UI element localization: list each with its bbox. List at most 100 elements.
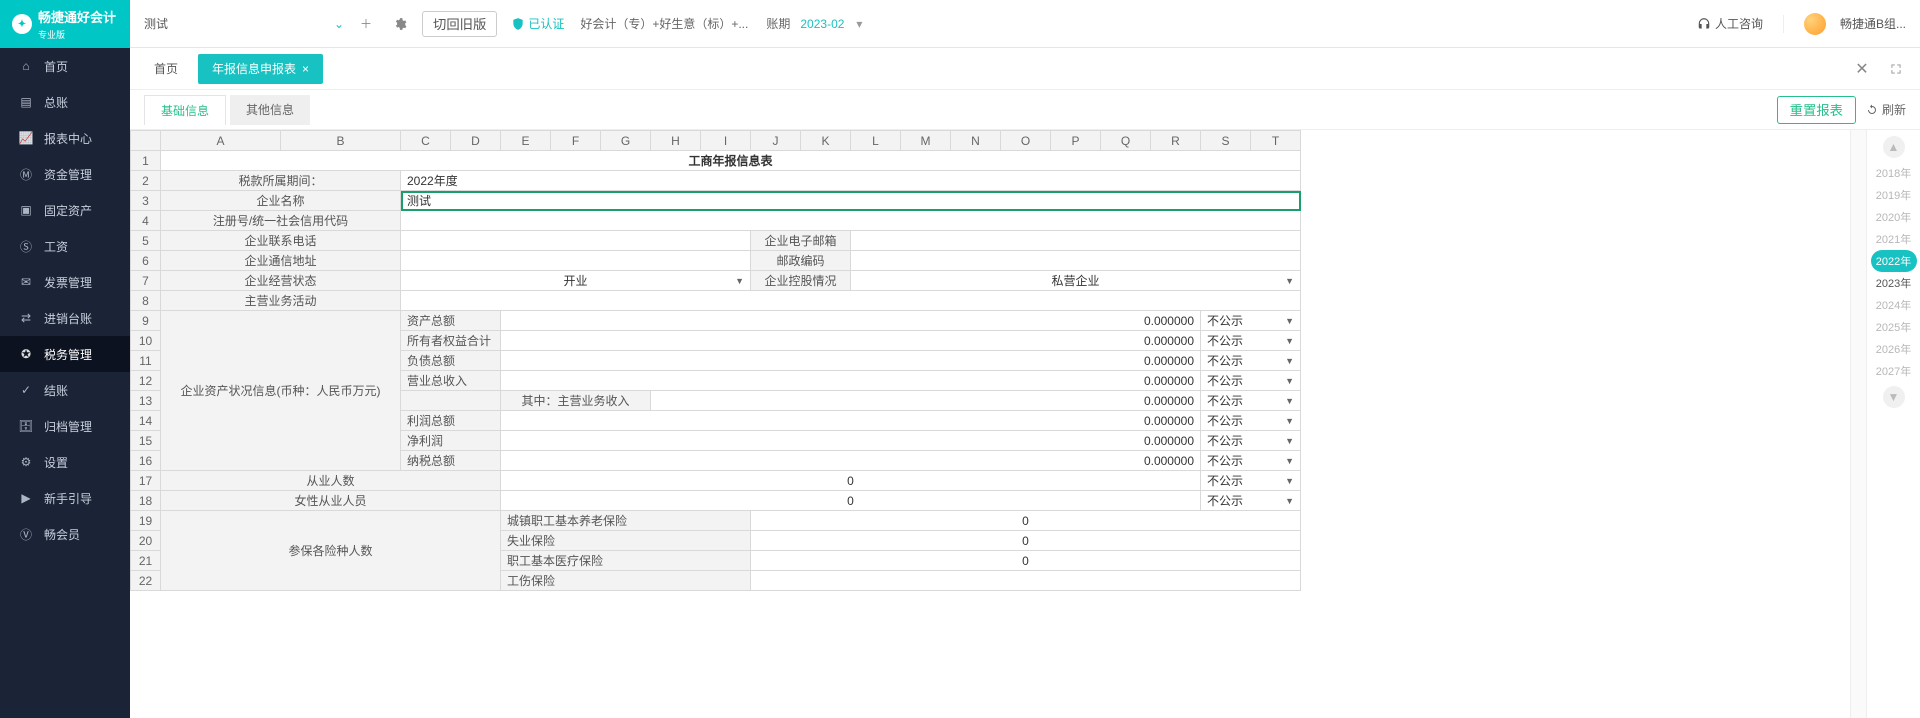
org-settings-button[interactable]: [388, 12, 412, 36]
nav-item-archive[interactable]: 🗄归档管理: [0, 408, 130, 444]
col-header[interactable]: I: [701, 131, 751, 151]
metric-value[interactable]: 0.000000: [501, 411, 1201, 431]
period-selector[interactable]: 2023-02: [800, 17, 844, 31]
dropdown-cell[interactable]: 不公示▼: [1201, 311, 1301, 331]
dropdown-cell[interactable]: 不公示▼: [1201, 331, 1301, 351]
status-select[interactable]: 开业▼: [401, 271, 751, 291]
reset-report-button[interactable]: 重置报表: [1777, 96, 1856, 124]
nav-item-stock[interactable]: ⇄进销台账: [0, 300, 130, 336]
tax-period-value[interactable]: 2022年度: [401, 171, 1301, 191]
row-header[interactable]: 17: [131, 471, 161, 491]
close-icon[interactable]: ×: [302, 62, 309, 76]
year-item[interactable]: 2022年: [1871, 250, 1917, 272]
page-tab[interactable]: 首页: [140, 54, 192, 84]
cell[interactable]: [401, 231, 751, 251]
col-header[interactable]: J: [751, 131, 801, 151]
col-header[interactable]: C: [401, 131, 451, 151]
row-header[interactable]: 13: [131, 391, 161, 411]
col-header[interactable]: T: [1251, 131, 1301, 151]
row-header[interactable]: 7: [131, 271, 161, 291]
dropdown-cell[interactable]: 不公示▼: [1201, 471, 1301, 491]
add-org-button[interactable]: ＋: [354, 12, 378, 36]
row-header[interactable]: 1: [131, 151, 161, 171]
row-header[interactable]: 22: [131, 571, 161, 591]
dropdown-cell[interactable]: 不公示▼: [1201, 451, 1301, 471]
row-header[interactable]: 4: [131, 211, 161, 231]
refresh-button[interactable]: 刷新: [1866, 101, 1906, 118]
cell[interactable]: [851, 231, 1301, 251]
year-item[interactable]: 2021年: [1871, 228, 1917, 250]
nav-item-close[interactable]: ✓结账: [0, 372, 130, 408]
year-item[interactable]: 2020年: [1871, 206, 1917, 228]
col-header[interactable]: A: [161, 131, 281, 151]
dropdown-cell[interactable]: 不公示▼: [1201, 431, 1301, 451]
col-header[interactable]: S: [1201, 131, 1251, 151]
col-header[interactable]: G: [601, 131, 651, 151]
avatar[interactable]: [1804, 13, 1826, 35]
year-item[interactable]: 2024年: [1871, 294, 1917, 316]
spreadsheet[interactable]: ABCDEFGHIJKLMNOPQRST1工商年报信息表2税款所属期间：2022…: [130, 130, 1850, 718]
subtab[interactable]: 其他信息: [230, 95, 310, 125]
cell[interactable]: [401, 211, 1301, 231]
fullscreen-button[interactable]: [1882, 55, 1910, 83]
dropdown-cell[interactable]: 不公示▼: [1201, 351, 1301, 371]
nav-item-ledger[interactable]: ▤总账: [0, 84, 130, 120]
col-header[interactable]: L: [851, 131, 901, 151]
metric-value[interactable]: 0.000000: [501, 451, 1201, 471]
nav-item-invoice[interactable]: ✉发票管理: [0, 264, 130, 300]
row-header[interactable]: 11: [131, 351, 161, 371]
cell[interactable]: [851, 251, 1301, 271]
nav-item-money[interactable]: Ⓜ资金管理: [0, 156, 130, 192]
nav-item-asset[interactable]: ▣固定资产: [0, 192, 130, 228]
col-header[interactable]: B: [281, 131, 401, 151]
dropdown-cell[interactable]: 不公示▼: [1201, 391, 1301, 411]
year-item[interactable]: 2019年: [1871, 184, 1917, 206]
metric-value[interactable]: 0.000000: [501, 371, 1201, 391]
year-up-button[interactable]: ▲: [1883, 136, 1905, 158]
col-header[interactable]: D: [451, 131, 501, 151]
row-header[interactable]: 15: [131, 431, 161, 451]
col-header[interactable]: O: [1001, 131, 1051, 151]
female-value[interactable]: 0: [501, 491, 1201, 511]
emp-value[interactable]: 0: [501, 471, 1201, 491]
switch-old-button[interactable]: 切回旧版: [422, 11, 497, 37]
insurance-value[interactable]: 0: [751, 531, 1301, 551]
metric-value[interactable]: 0.000000: [501, 331, 1201, 351]
row-header[interactable]: 2: [131, 171, 161, 191]
dropdown-cell[interactable]: 不公示▼: [1201, 411, 1301, 431]
cell[interactable]: [401, 291, 1301, 311]
row-header[interactable]: 18: [131, 491, 161, 511]
insurance-value[interactable]: 0: [751, 511, 1301, 531]
insurance-value[interactable]: [751, 571, 1301, 591]
dropdown-cell[interactable]: 不公示▼: [1201, 371, 1301, 391]
nav-item-chart[interactable]: 📈报表中心: [0, 120, 130, 156]
nav-item-tax[interactable]: ✪税务管理: [0, 336, 130, 372]
metric-value[interactable]: 0.000000: [501, 431, 1201, 451]
company-name-input[interactable]: 测试: [401, 191, 1301, 211]
metric-value[interactable]: 0.000000: [501, 351, 1201, 371]
nav-item-guide[interactable]: ▶新手引导: [0, 480, 130, 516]
cell[interactable]: [401, 251, 751, 271]
nav-item-vip[interactable]: Ⓥ畅会员: [0, 516, 130, 552]
verified-badge[interactable]: 已认证: [511, 15, 564, 32]
col-header[interactable]: M: [901, 131, 951, 151]
metric-value[interactable]: 0.000000: [651, 391, 1201, 411]
metric-value[interactable]: 0.000000: [501, 311, 1201, 331]
vertical-scrollbar[interactable]: [1850, 130, 1866, 718]
col-header[interactable]: K: [801, 131, 851, 151]
year-item[interactable]: 2025年: [1871, 316, 1917, 338]
year-item[interactable]: 2018年: [1871, 162, 1917, 184]
year-down-button[interactable]: ▼: [1883, 386, 1905, 408]
year-item[interactable]: 2027年: [1871, 360, 1917, 382]
row-header[interactable]: 16: [131, 451, 161, 471]
col-header[interactable]: F: [551, 131, 601, 151]
row-header[interactable]: 8: [131, 291, 161, 311]
user-name[interactable]: 畅捷通B组...: [1840, 15, 1906, 32]
row-header[interactable]: 3: [131, 191, 161, 211]
col-header[interactable]: P: [1051, 131, 1101, 151]
row-header[interactable]: 10: [131, 331, 161, 351]
nav-item-salary[interactable]: Ⓢ工资: [0, 228, 130, 264]
corner-cell[interactable]: [131, 131, 161, 151]
row-header[interactable]: 9: [131, 311, 161, 331]
page-tab[interactable]: 年报信息申报表×: [198, 54, 323, 84]
